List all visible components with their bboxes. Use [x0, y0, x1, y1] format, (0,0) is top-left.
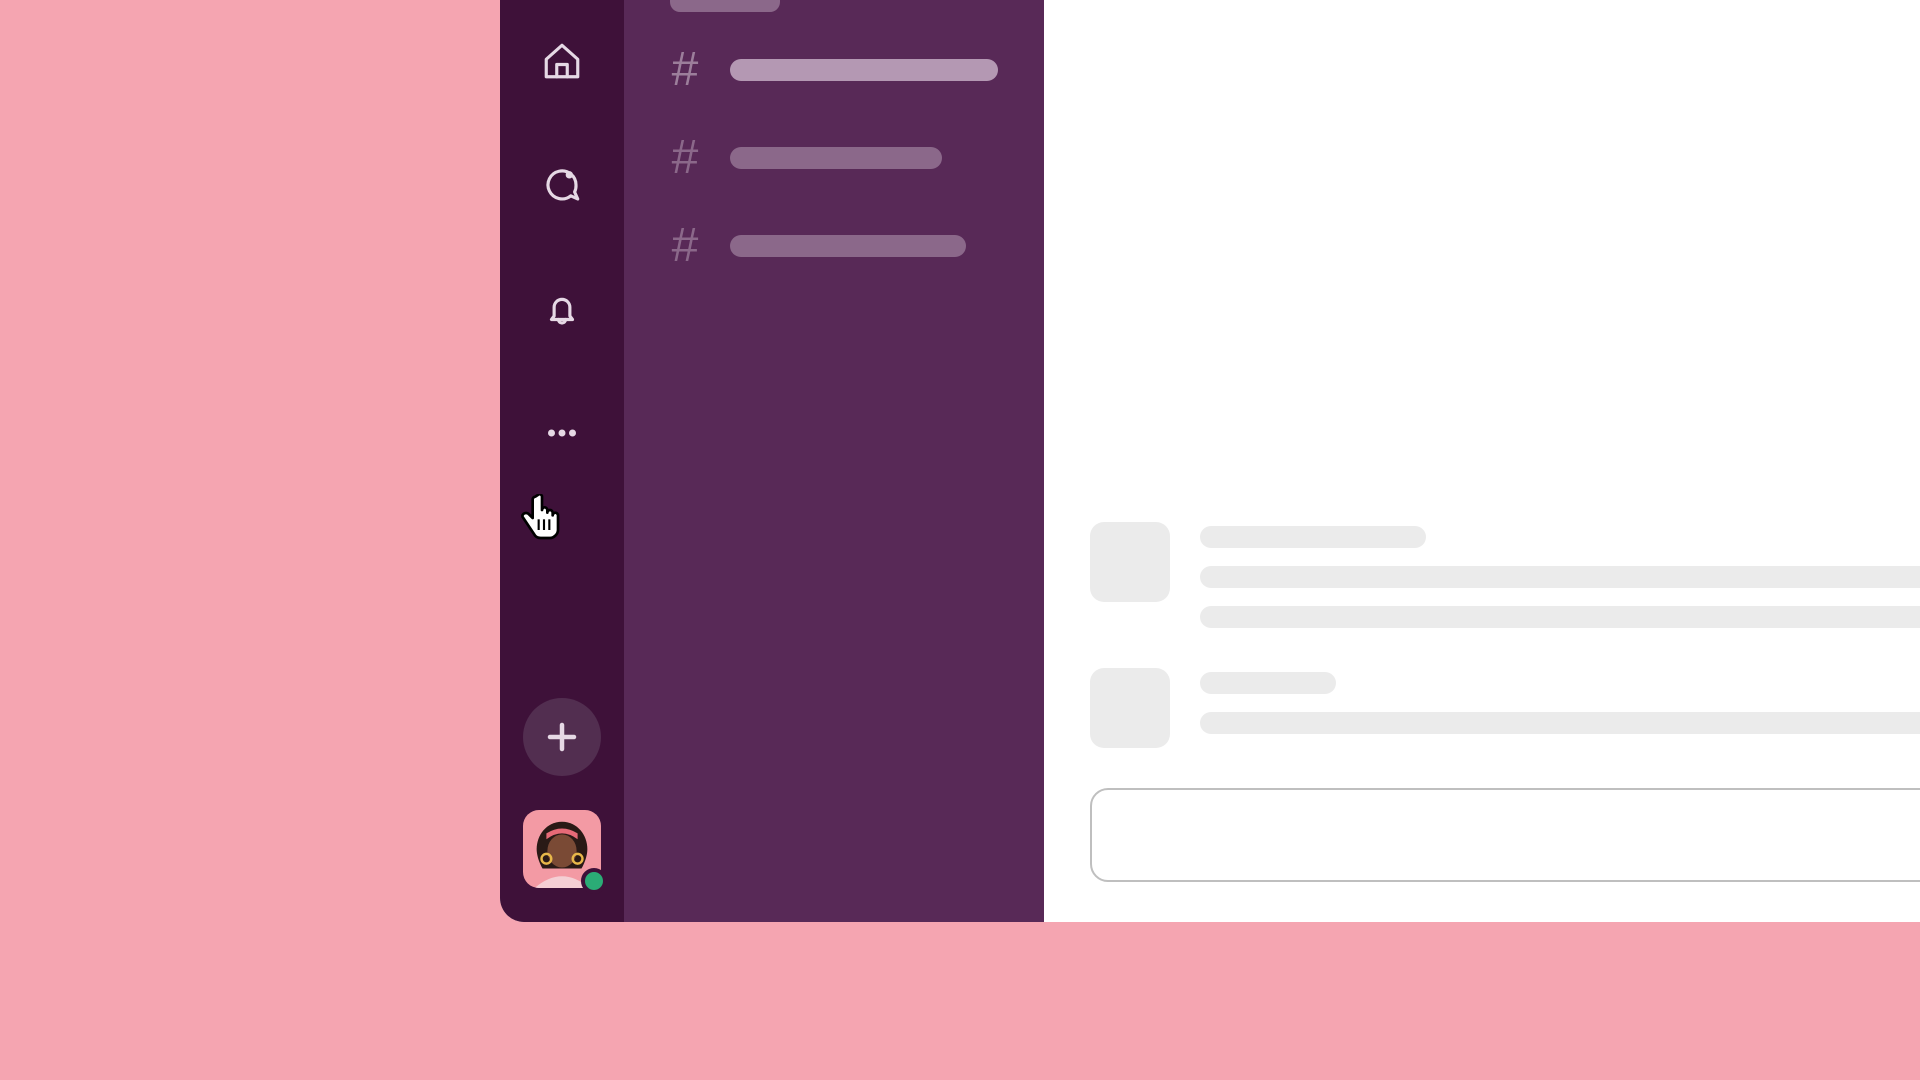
channel-name-placeholder	[730, 147, 942, 169]
channel-item[interactable]: #	[670, 222, 998, 270]
bell-icon[interactable]	[541, 288, 583, 330]
message-avatar	[1090, 522, 1170, 602]
main-pane	[1044, 0, 1920, 922]
message-composer[interactable]	[1090, 788, 1920, 882]
hash-icon: #	[670, 134, 700, 182]
sidebar-section-label	[670, 0, 780, 12]
message-item	[1090, 522, 1920, 628]
message-item	[1090, 668, 1920, 748]
channel-item[interactable]: #	[670, 134, 998, 182]
app-window: # # #	[500, 0, 1920, 922]
message-avatar	[1090, 668, 1170, 748]
message-line-placeholder	[1200, 566, 1920, 588]
chat-icon[interactable]	[541, 164, 583, 206]
channel-sidebar: # # #	[624, 0, 1044, 922]
message-line-placeholder	[1200, 712, 1920, 734]
nav-rail	[500, 0, 624, 922]
message-author-placeholder	[1200, 672, 1336, 694]
home-icon[interactable]	[541, 40, 583, 82]
channel-name-placeholder	[730, 59, 998, 81]
channel-item[interactable]: #	[670, 46, 998, 94]
hash-icon: #	[670, 222, 700, 270]
channel-name-placeholder	[730, 235, 966, 257]
message-line-placeholder	[1200, 606, 1920, 628]
message-author-placeholder	[1200, 526, 1426, 548]
ellipsis-icon[interactable]	[541, 412, 583, 454]
compose-button[interactable]	[523, 698, 601, 776]
presence-indicator	[581, 868, 607, 894]
hash-icon: #	[670, 46, 700, 94]
